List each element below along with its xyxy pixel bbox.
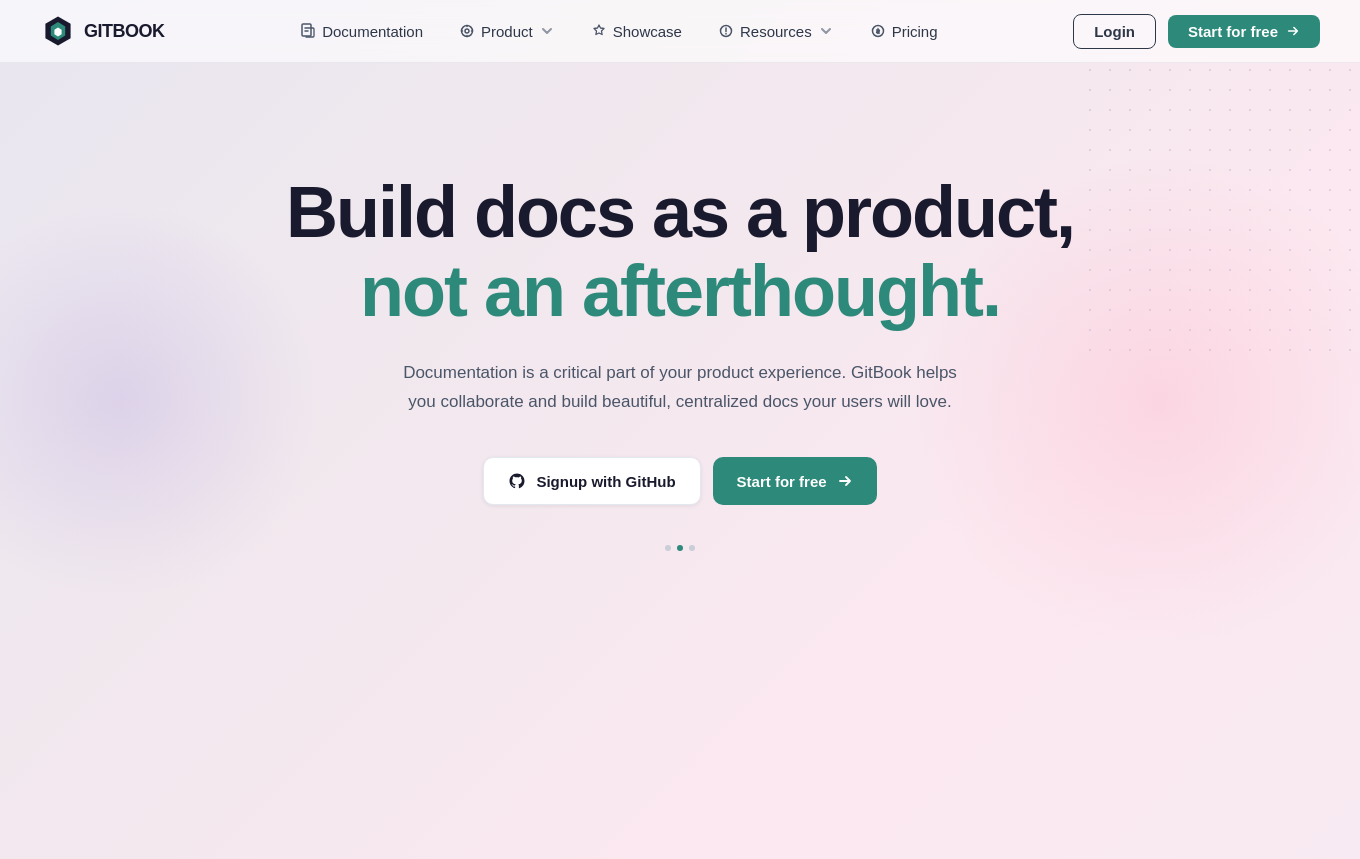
- login-button[interactable]: Login: [1073, 14, 1156, 49]
- arrow-right-icon: [1286, 24, 1300, 38]
- hero-subtitle: Documentation is a critical part of your…: [400, 359, 960, 417]
- scroll-dot-2: [677, 545, 683, 551]
- svg-rect-0: [302, 24, 311, 36]
- resources-icon: [718, 23, 734, 39]
- nav-start-free-label: Start for free: [1188, 23, 1278, 40]
- nav-product-label: Product: [481, 23, 533, 40]
- nav-documentation-label: Documentation: [322, 23, 423, 40]
- nav-showcase-label: Showcase: [613, 23, 682, 40]
- gitbook-logo-icon: [40, 13, 76, 49]
- resources-chevron-icon: [818, 23, 834, 39]
- nav-center: Documentation Product Showcase: [284, 15, 953, 48]
- product-chevron-icon: [539, 23, 555, 39]
- scroll-indicator: [665, 545, 695, 551]
- pricing-icon: [870, 23, 886, 39]
- hero-start-free-button[interactable]: Start for free: [713, 457, 877, 505]
- scroll-dot-1: [665, 545, 671, 551]
- github-signup-label: Signup with GitHub: [536, 473, 675, 490]
- logo[interactable]: GITBOOK: [40, 13, 165, 49]
- showcase-icon: [591, 23, 607, 39]
- documentation-icon: [300, 23, 316, 39]
- nav-pricing-label: Pricing: [892, 23, 938, 40]
- hero-arrow-right-icon: [837, 473, 853, 489]
- hero-title-teal: not an afterthought.: [360, 251, 1000, 331]
- github-signup-button[interactable]: Signup with GitHub: [483, 457, 700, 505]
- github-icon: [508, 472, 526, 490]
- svg-point-2: [465, 29, 469, 33]
- nav-start-free-button[interactable]: Start for free: [1168, 15, 1320, 48]
- hero-title-black: Build docs as a product,: [286, 172, 1074, 252]
- nav-documentation[interactable]: Documentation: [284, 15, 439, 48]
- nav-left: GITBOOK: [40, 13, 165, 49]
- nav-pricing[interactable]: Pricing: [854, 15, 954, 48]
- nav-resources-label: Resources: [740, 23, 812, 40]
- nav-right: Login Start for free: [1073, 14, 1320, 49]
- navbar: GITBOOK Documentation Product: [0, 0, 1360, 63]
- hero-section: Build docs as a product, not an aftertho…: [0, 63, 1360, 611]
- nav-product[interactable]: Product: [443, 15, 571, 48]
- nav-resources[interactable]: Resources: [702, 15, 850, 48]
- scroll-dot-3: [689, 545, 695, 551]
- hero-title-line1: Build docs as a product, not an aftertho…: [286, 173, 1074, 331]
- nav-showcase[interactable]: Showcase: [575, 15, 698, 48]
- product-icon: [459, 23, 475, 39]
- hero-start-free-label: Start for free: [737, 473, 827, 490]
- hero-buttons: Signup with GitHub Start for free: [483, 457, 876, 505]
- logo-text: GITBOOK: [84, 21, 165, 42]
